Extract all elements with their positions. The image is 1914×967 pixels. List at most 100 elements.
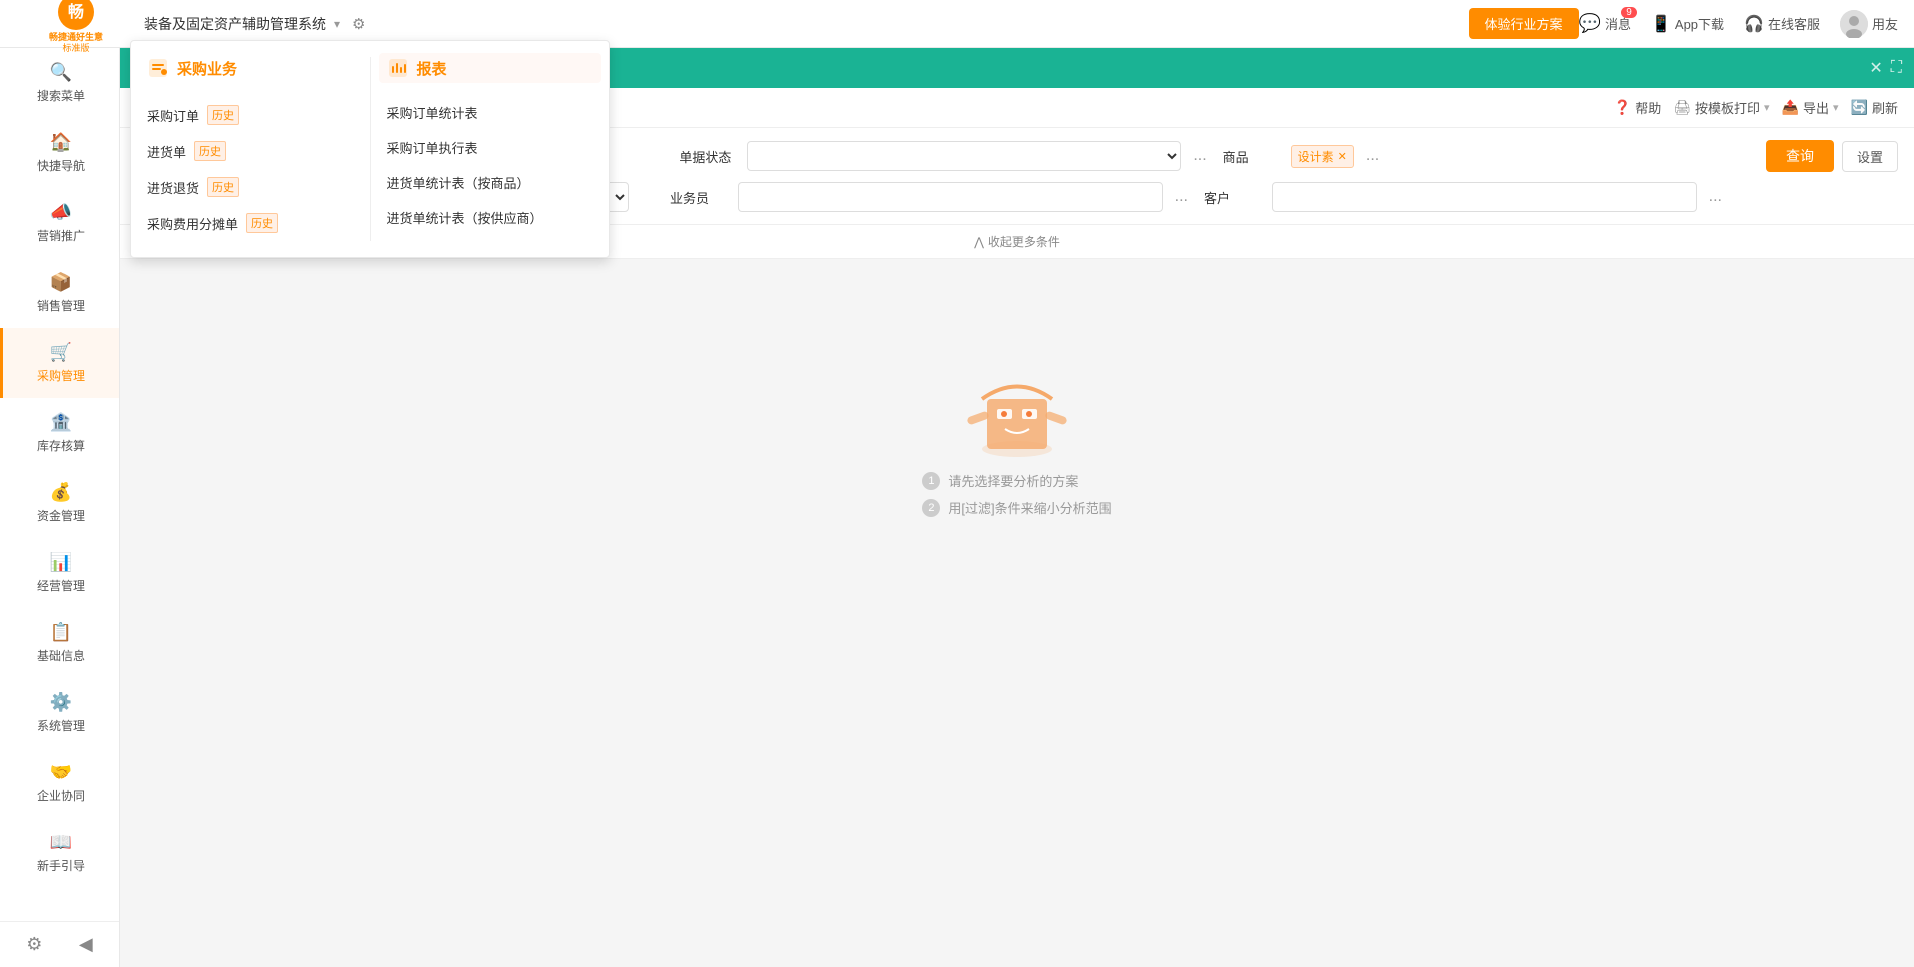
refresh-label: 刷新 bbox=[1872, 98, 1898, 117]
export-dropdown-icon[interactable]: ▾ bbox=[1833, 101, 1839, 114]
salesperson-dots[interactable]: ... bbox=[1175, 188, 1188, 206]
system-icon: ⚙️ bbox=[50, 692, 72, 713]
system-title-text: 装备及固定资产辅助管理系统 bbox=[144, 14, 326, 34]
finance-icon: 💰 bbox=[50, 482, 72, 503]
incoming-stat-supplier-label: 进货单统计表（按供应商） bbox=[387, 208, 543, 227]
voucher-status-dots[interactable]: ... bbox=[1193, 147, 1206, 165]
help-icon: ❓ bbox=[1614, 99, 1631, 116]
user-label: 用友 bbox=[1872, 14, 1898, 33]
dropdown-item-incoming-stat-supplier[interactable]: 进货单统计表（按供应商） bbox=[387, 200, 594, 235]
collapse-label: 收起更多条件 bbox=[988, 233, 1060, 250]
notification-btn[interactable]: 💬 消息 9 bbox=[1579, 13, 1631, 34]
sidebar-item-purchase[interactable]: 🛒 采购管理 bbox=[0, 328, 119, 398]
empty-illustration bbox=[957, 359, 1077, 459]
dropdown-item-purchase-fee[interactable]: 采购费用分摊单 历史 bbox=[147, 205, 354, 241]
dropdown-item-purchase-order-exec[interactable]: 采购订单执行表 bbox=[387, 130, 594, 165]
purchase-dropdown-menu: 采购业务 采购订单 历史 进货单 历史 进货退货 历史 采购费用分摊单 历史 报… bbox=[130, 40, 610, 258]
dropdown-item-purchase-order-stat[interactable]: 采购订单统计表 bbox=[387, 95, 594, 130]
goods-tag-text: 设计素 bbox=[1298, 148, 1334, 165]
sidebar-item-quick-nav[interactable]: 🏠 快捷导航 bbox=[0, 118, 119, 188]
marketing-icon: 📣 bbox=[50, 202, 72, 223]
brand-name: 畅捷通好生意 bbox=[49, 32, 103, 43]
collapse-btn[interactable]: ⋀ 收起更多条件 bbox=[974, 233, 1060, 250]
user-btn[interactable]: 用友 bbox=[1840, 10, 1898, 38]
sidebar-item-basic-info[interactable]: 📋 基础信息 bbox=[0, 608, 119, 678]
dropdown-item-purchase-order[interactable]: 采购订单 历史 bbox=[147, 97, 354, 133]
template-print-btn[interactable]: 🖨 按模板打印 ▾ bbox=[1673, 98, 1769, 117]
incoming-label: 进货单 bbox=[147, 142, 186, 161]
online-service-btn[interactable]: 🎧 在线客服 bbox=[1744, 14, 1820, 34]
set-btn[interactable]: 设置 bbox=[1842, 141, 1898, 172]
query-btn[interactable]: 查询 bbox=[1766, 140, 1834, 172]
online-service-label: 在线客服 bbox=[1768, 14, 1820, 33]
sidebar-item-sales[interactable]: 📦 销售管理 bbox=[0, 258, 119, 328]
industry-button[interactable]: 体验行业方案 bbox=[1469, 8, 1579, 39]
dropdown-item-incoming-stat-goods[interactable]: 进货单统计表（按商品） bbox=[387, 165, 594, 200]
tip-2: 2 用[过滤]条件来缩小分析范围 bbox=[922, 498, 1111, 517]
voucher-status-select[interactable] bbox=[747, 141, 1181, 171]
sidebar-item-operations[interactable]: 📊 经营管理 bbox=[0, 538, 119, 608]
tip-2-text: 用[过滤]条件来缩小分析范围 bbox=[948, 498, 1111, 517]
purchase-fee-label: 采购费用分摊单 bbox=[147, 214, 238, 233]
purchase-order-exec-label: 采购订单执行表 bbox=[387, 138, 478, 157]
filter-customer: 客户 ... bbox=[1204, 182, 1722, 212]
tab-bar-maximize-btn[interactable]: ⛶ bbox=[1891, 59, 1902, 77]
sidebar-item-guide[interactable]: 📖 新手引导 bbox=[0, 818, 119, 888]
system-title-area: 装备及固定资产辅助管理系统 ▾ ⚙ bbox=[136, 14, 1457, 34]
customer-dots[interactable]: ... bbox=[1709, 188, 1722, 206]
empty-state: 1 请先选择要分析的方案 2 用[过滤]条件来缩小分析范围 bbox=[120, 359, 1914, 517]
purchase-order-stat-label: 采购订单统计表 bbox=[387, 103, 478, 122]
sidebar-settings-btn[interactable]: ⚙ bbox=[26, 934, 42, 955]
incoming-stat-goods-label: 进货单统计表（按商品） bbox=[387, 173, 530, 192]
filter-voucher-status: 单据状态 ... bbox=[679, 141, 1206, 171]
refresh-btn[interactable]: 🔄 刷新 bbox=[1851, 98, 1898, 117]
goods-tag: 设计素 ✕ bbox=[1291, 145, 1354, 168]
app-download-btn[interactable]: 📱 App下载 bbox=[1651, 14, 1724, 34]
customer-input[interactable] bbox=[1272, 182, 1697, 212]
sidebar-collapse-btn[interactable]: ◀ bbox=[79, 934, 93, 955]
purchase-fee-history-badge: 历史 bbox=[246, 213, 278, 233]
sidebar: 🔍 搜索菜单 🏠 快捷导航 📣 营销推广 📦 销售管理 🛒 采购管理 🏦 库存核… bbox=[0, 48, 120, 967]
report-col-title: 报表 bbox=[379, 53, 602, 83]
sidebar-item-cooperation[interactable]: 🤝 企业协同 bbox=[0, 748, 119, 818]
customer-label: 客户 bbox=[1204, 188, 1264, 207]
svg-text:畅: 畅 bbox=[68, 2, 84, 21]
phone-icon: 📱 bbox=[1651, 14, 1671, 34]
dropdown-item-incoming-return[interactable]: 进货退货 历史 bbox=[147, 169, 354, 205]
empty-tips: 1 请先选择要分析的方案 2 用[过滤]条件来缩小分析范围 bbox=[922, 471, 1111, 517]
purchase-col: 采购业务 采购订单 历史 进货单 历史 进货退货 历史 采购费用分摊单 历史 bbox=[147, 57, 354, 241]
export-icon: 📤 bbox=[1782, 99, 1799, 116]
logo-icon: 畅 bbox=[58, 0, 94, 30]
header-right: 💬 消息 9 📱 App下载 🎧 在线客服 用友 bbox=[1579, 10, 1898, 38]
goods-dots[interactable]: ... bbox=[1366, 147, 1379, 165]
cooperation-icon: 🤝 bbox=[50, 762, 72, 783]
help-btn[interactable]: ❓ 帮助 bbox=[1614, 98, 1661, 117]
purchase-col-icon bbox=[147, 57, 169, 79]
sidebar-item-inventory[interactable]: 🏦 库存核算 bbox=[0, 398, 119, 468]
template-print-label: 按模板打印 bbox=[1695, 98, 1760, 117]
salesperson-input[interactable] bbox=[738, 182, 1163, 212]
sidebar-item-system[interactable]: ⚙️ 系统管理 bbox=[0, 678, 119, 748]
sidebar-item-marketing[interactable]: 📣 营销推广 bbox=[0, 188, 119, 258]
report-col: 报表 采购订单统计表 采购订单执行表 进货单统计表（按商品） 进货单统计表（按供… bbox=[387, 57, 594, 241]
filter-goods: 商品 设计素 ✕ ... bbox=[1223, 145, 1750, 168]
goods-tag-close[interactable]: ✕ bbox=[1338, 150, 1347, 163]
filter-salesperson: 业务员 ... bbox=[670, 182, 1188, 212]
dropdown-divider bbox=[370, 57, 371, 241]
sales-icon: 📦 bbox=[50, 272, 72, 293]
print-dropdown-icon[interactable]: ▾ bbox=[1764, 101, 1770, 114]
headset-icon: 🎧 bbox=[1744, 14, 1764, 34]
export-btn[interactable]: 📤 导出 ▾ bbox=[1782, 98, 1839, 117]
incoming-return-history-badge: 历史 bbox=[207, 177, 239, 197]
tab-bar-close-btn[interactable]: ✕ bbox=[1869, 58, 1882, 78]
tip-1: 1 请先选择要分析的方案 bbox=[922, 471, 1111, 490]
settings-icon-btn[interactable]: ⚙ bbox=[352, 15, 365, 33]
sidebar-item-finance[interactable]: 💰 资金管理 bbox=[0, 468, 119, 538]
report-col-label: 报表 bbox=[417, 58, 447, 79]
system-dropdown-arrow[interactable]: ▾ bbox=[334, 17, 340, 31]
incoming-return-label: 进货退货 bbox=[147, 178, 199, 197]
purchase-order-label: 采购订单 bbox=[147, 106, 199, 125]
report-col-icon bbox=[387, 57, 409, 79]
dropdown-item-incoming[interactable]: 进货单 历史 bbox=[147, 133, 354, 169]
sidebar-item-search[interactable]: 🔍 搜索菜单 bbox=[0, 48, 119, 118]
